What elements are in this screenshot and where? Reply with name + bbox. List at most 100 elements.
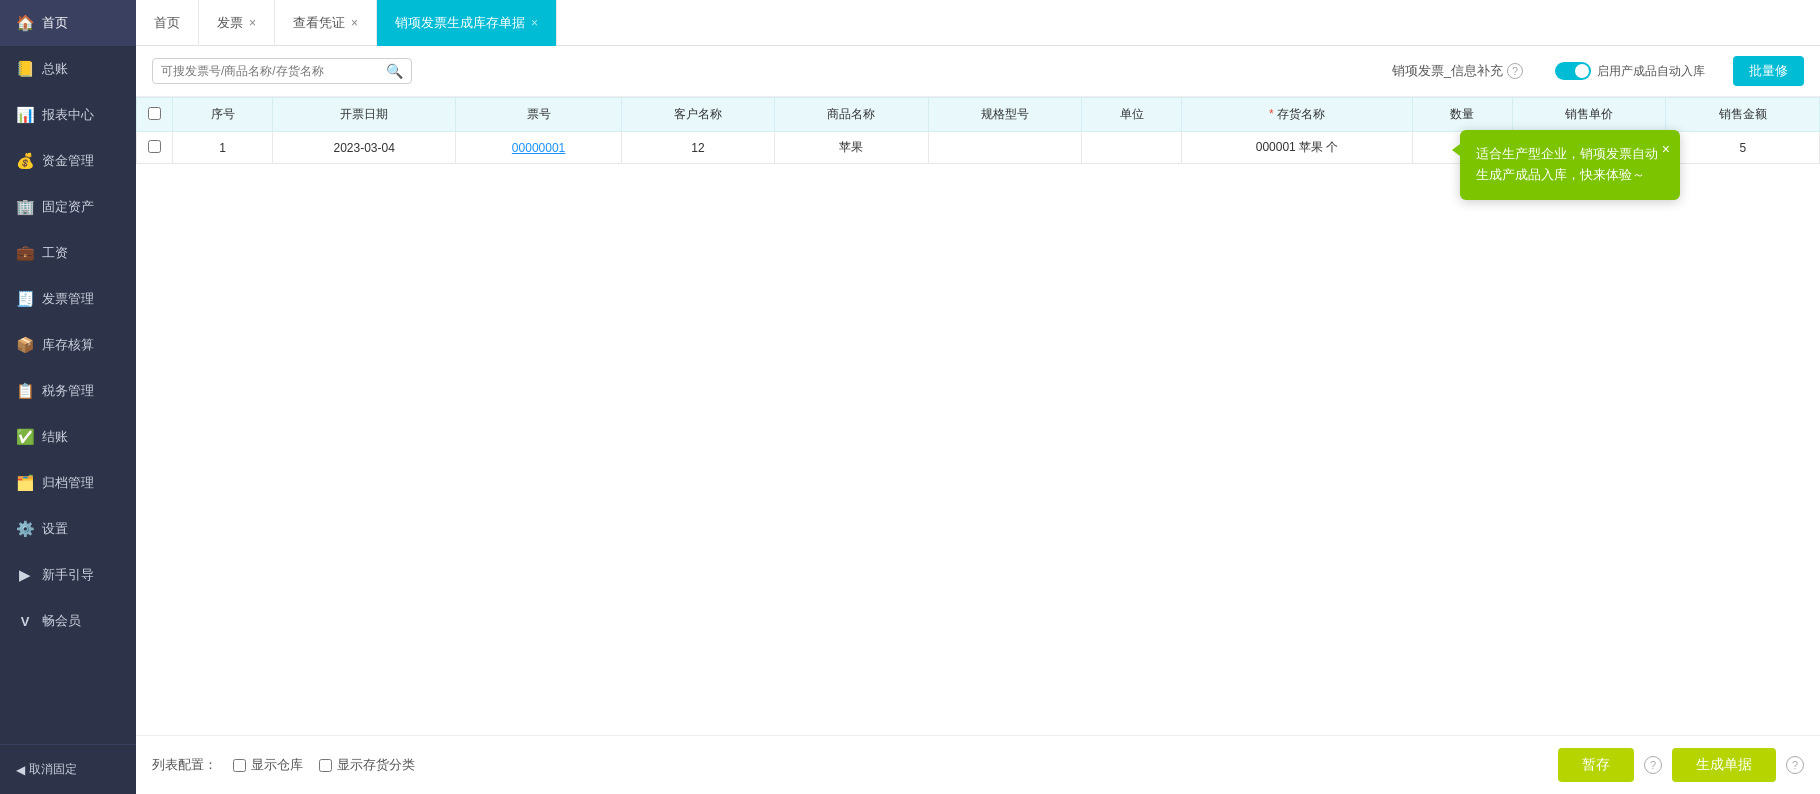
row-unit xyxy=(1082,132,1182,164)
sidebar-label-member: 畅会员 xyxy=(42,612,81,630)
sidebar-item-funds[interactable]: 💰 资金管理 xyxy=(0,138,136,184)
list-config-label: 列表配置： xyxy=(152,756,217,774)
info-help-icon[interactable]: ? xyxy=(1507,63,1523,79)
sidebar-item-member[interactable]: V 畅会员 xyxy=(0,598,136,644)
col-quantity: 数量 xyxy=(1412,98,1512,132)
sidebar-label-reports: 报表中心 xyxy=(42,106,94,124)
archive-icon: 🗂️ xyxy=(16,474,34,492)
tab-voucher-close[interactable]: × xyxy=(351,16,358,30)
generate-button[interactable]: 生成单据 xyxy=(1672,748,1776,782)
auto-inbound-toggle[interactable] xyxy=(1555,62,1591,80)
col-amount: 销售金额 xyxy=(1666,98,1820,132)
tab-bar: 首页 发票 × 查看凭证 × 销项发票生成库存单据 × xyxy=(136,0,1820,46)
sidebar-label-home: 首页 xyxy=(42,14,68,32)
tab-invoice[interactable]: 发票 × xyxy=(199,0,275,46)
row-date: 2023-03-04 xyxy=(273,132,456,164)
save-help-icon[interactable]: ? xyxy=(1644,756,1662,774)
show-warehouse-checkbox[interactable] xyxy=(233,759,246,772)
sidebar-label-funds: 资金管理 xyxy=(42,152,94,170)
row-amount: 5 xyxy=(1666,132,1820,164)
search-input[interactable] xyxy=(161,64,380,78)
batch-button[interactable]: 批量修 xyxy=(1733,56,1804,86)
tax-icon: 📋 xyxy=(16,382,34,400)
info-label: 销项发票_信息补充 ? xyxy=(1392,62,1523,80)
inventory-icon: 📦 xyxy=(16,336,34,354)
tab-invoice-label: 发票 xyxy=(217,14,243,32)
tab-voucher[interactable]: 查看凭证 × xyxy=(275,0,377,46)
generate-help-icon[interactable]: ? xyxy=(1786,756,1804,774)
row-inventory: 000001 苹果 个 xyxy=(1182,132,1413,164)
save-button[interactable]: 暂存 xyxy=(1558,748,1634,782)
sidebar-item-invoice-mgmt[interactable]: 🧾 发票管理 xyxy=(0,276,136,322)
sidebar-bottom: ◀ 取消固定 xyxy=(0,744,136,794)
tab-invoice-close[interactable]: × xyxy=(249,16,256,30)
tab-main-label: 销项发票生成库存单据 xyxy=(395,14,525,32)
show-category-label[interactable]: 显示存货分类 xyxy=(319,756,415,774)
bottom-bar: 列表配置： 显示仓库 显示存货分类 暂存 ? 生成单据 ? xyxy=(136,735,1820,794)
tab-home[interactable]: 首页 xyxy=(136,0,199,46)
main-area: 首页 发票 × 查看凭证 × 销项发票生成库存单据 × 🔍 销项发票_信息补充 … xyxy=(136,0,1820,794)
funds-icon: 💰 xyxy=(16,152,34,170)
row-number[interactable]: 00000001 xyxy=(456,132,621,164)
sidebar-label-settings: 设置 xyxy=(42,520,68,538)
search-box[interactable]: 🔍 xyxy=(152,58,412,84)
toggle-knob xyxy=(1575,64,1589,78)
row-checkbox[interactable] xyxy=(148,140,161,153)
tab-home-label: 首页 xyxy=(154,14,180,32)
sidebar-item-inventory[interactable]: 📦 库存核算 xyxy=(0,322,136,368)
settlement-icon: ✅ xyxy=(16,428,34,446)
col-date: 开票日期 xyxy=(273,98,456,132)
sidebar-label-settlement: 结账 xyxy=(42,428,68,446)
bottom-buttons: 暂存 ? 生成单据 ? xyxy=(1558,748,1804,782)
cancel-fixed-button[interactable]: ◀ 取消固定 xyxy=(0,755,136,784)
sidebar-item-reports[interactable]: 📊 报表中心 xyxy=(0,92,136,138)
table-header-row: 序号 开票日期 票号 客户名称 商品名称 规格型号 单位 * 存货名称 数量 销… xyxy=(137,98,1820,132)
col-inventory: * 存货名称 xyxy=(1182,98,1413,132)
sidebar-item-salary[interactable]: 💼 工资 xyxy=(0,230,136,276)
tab-main-close[interactable]: × xyxy=(531,16,538,30)
toggle-label: 启用产成品自动入库 xyxy=(1597,63,1705,80)
search-icon[interactable]: 🔍 xyxy=(386,63,403,79)
col-product: 商品名称 xyxy=(775,98,928,132)
row-model xyxy=(928,132,1081,164)
sidebar-label-guide: 新手引导 xyxy=(42,566,94,584)
show-warehouse-label[interactable]: 显示仓库 xyxy=(233,756,303,774)
toolbar: 🔍 销项发票_信息补充 ? 启用产成品自动入库 批量修 xyxy=(136,46,1820,97)
sidebar-item-guide[interactable]: ▶ 新手引导 xyxy=(0,552,136,598)
sidebar-label-invoice-mgmt: 发票管理 xyxy=(42,290,94,308)
show-category-checkbox[interactable] xyxy=(319,759,332,772)
select-all-checkbox[interactable] xyxy=(148,107,161,120)
sidebar-item-settings[interactable]: ⚙️ 设置 xyxy=(0,506,136,552)
cancel-fixed-label: 取消固定 xyxy=(29,761,77,778)
tab-voucher-label: 查看凭证 xyxy=(293,14,345,32)
sidebar-item-settlement[interactable]: ✅ 结账 xyxy=(0,414,136,460)
sidebar-label-ledger: 总账 xyxy=(42,60,68,78)
row-seq: 1 xyxy=(173,132,273,164)
row-number-link[interactable]: 00000001 xyxy=(512,141,565,155)
sidebar: 🏠 首页 📒 总账 📊 报表中心 💰 资金管理 🏢 固定资产 💼 工资 🧾 发票… xyxy=(0,0,136,794)
invoice-icon: 🧾 xyxy=(16,290,34,308)
ledger-icon: 📒 xyxy=(16,60,34,78)
sidebar-item-archive[interactable]: 🗂️ 归档管理 xyxy=(0,460,136,506)
sidebar-item-ledger[interactable]: 📒 总账 xyxy=(0,46,136,92)
salary-icon: 💼 xyxy=(16,244,34,262)
col-unit: 单位 xyxy=(1082,98,1182,132)
sidebar-item-home[interactable]: 🏠 首页 xyxy=(0,0,136,46)
show-warehouse-text: 显示仓库 xyxy=(251,756,303,774)
sidebar-item-tax[interactable]: 📋 税务管理 xyxy=(0,368,136,414)
sidebar-item-fixed-assets[interactable]: 🏢 固定资产 xyxy=(0,184,136,230)
tab-main[interactable]: 销项发票生成库存单据 × xyxy=(377,0,557,46)
sidebar-label-tax: 税务管理 xyxy=(42,382,94,400)
tooltip-close-icon[interactable]: × xyxy=(1662,138,1670,160)
guide-icon: ▶ xyxy=(16,566,34,584)
row-customer: 12 xyxy=(621,132,774,164)
member-icon: V xyxy=(16,612,34,630)
reports-icon: 📊 xyxy=(16,106,34,124)
col-number: 票号 xyxy=(456,98,621,132)
settings-icon: ⚙️ xyxy=(16,520,34,538)
sidebar-label-inventory: 库存核算 xyxy=(42,336,94,354)
cancel-fixed-icon: ◀ xyxy=(16,763,25,777)
sidebar-label-archive: 归档管理 xyxy=(42,474,94,492)
info-label-text: 销项发票_信息补充 xyxy=(1392,62,1503,80)
row-checkbox-cell xyxy=(137,132,173,164)
